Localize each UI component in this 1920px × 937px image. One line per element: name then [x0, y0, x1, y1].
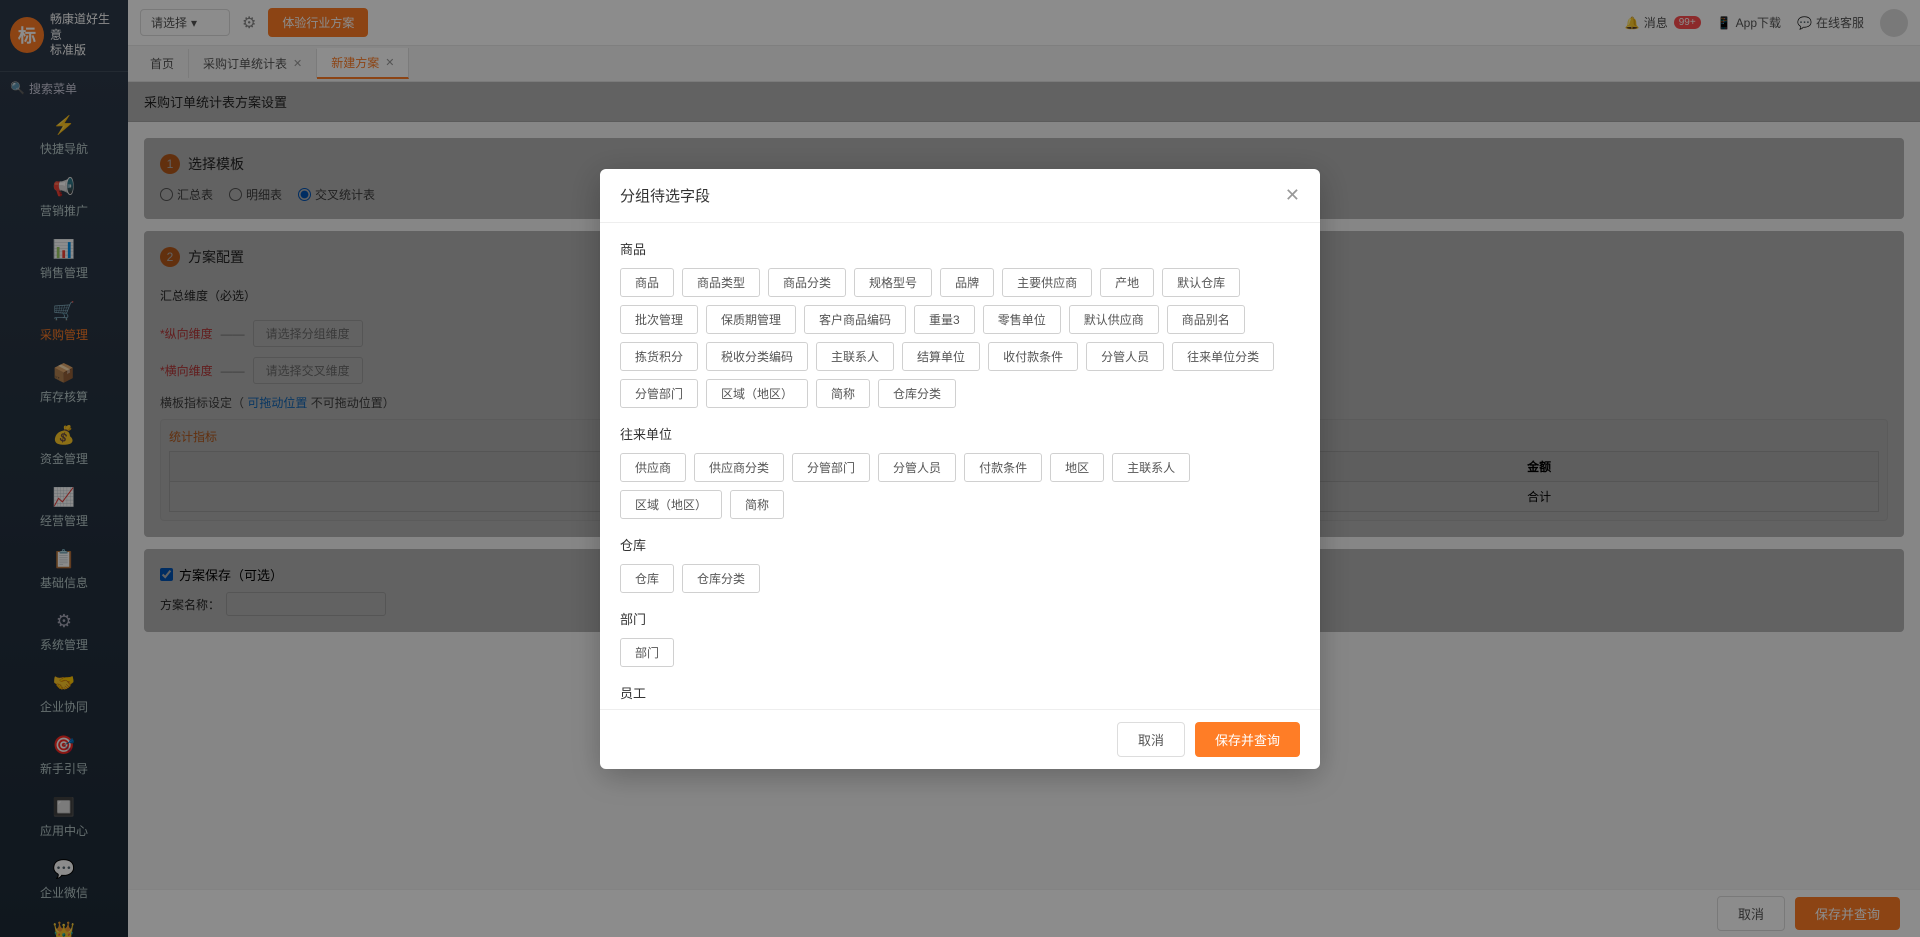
field-group-title-counterpart: 往来单位 — [620, 424, 1300, 443]
field-tag-收付款条件[interactable]: 收付款条件 — [988, 342, 1078, 371]
field-tags-goods: 商品商品类型商品分类规格型号品牌主要供应商产地默认仓库批次管理保质期管理客户商品… — [620, 268, 1300, 408]
close-icon[interactable]: ✕ — [1285, 185, 1300, 206]
modal-title: 分组待选字段 — [620, 185, 710, 206]
field-tag-批次管理[interactable]: 批次管理 — [620, 305, 698, 334]
field-tag-产地[interactable]: 产地 — [1100, 268, 1154, 297]
field-tag-地区[interactable]: 地区 — [1050, 453, 1104, 482]
field-tag-分管人员[interactable]: 分管人员 — [1086, 342, 1164, 371]
field-tag-保质期管理[interactable]: 保质期管理 — [706, 305, 796, 334]
field-tags-department: 部门 — [620, 638, 1300, 667]
field-tag-商品别名[interactable]: 商品别名 — [1167, 305, 1245, 334]
field-tag-仓库分类[interactable]: 仓库分类 — [878, 379, 956, 408]
modal-header: 分组待选字段 ✕ — [600, 169, 1320, 223]
field-tag-默认仓库[interactable]: 默认仓库 — [1162, 268, 1240, 297]
field-tag-客户商品编码[interactable]: 客户商品编码 — [804, 305, 906, 334]
field-group-title-warehouse: 仓库 — [620, 535, 1300, 554]
field-tag-拣货积分[interactable]: 拣货积分 — [620, 342, 698, 371]
field-tag-主要供应商[interactable]: 主要供应商 — [1002, 268, 1092, 297]
field-tag-区域（地区）[interactable]: 区域（地区） — [706, 379, 808, 408]
cancel-button[interactable]: 取消 — [1117, 722, 1185, 757]
field-group-department: 部门部门 — [620, 609, 1300, 667]
field-tag-付款条件[interactable]: 付款条件 — [964, 453, 1042, 482]
field-tag-重量3[interactable]: 重量3 — [914, 305, 975, 334]
field-tag-供应商[interactable]: 供应商 — [620, 453, 686, 482]
field-tag-分管部门[interactable]: 分管部门 — [792, 453, 870, 482]
field-tag-规格型号[interactable]: 规格型号 — [854, 268, 932, 297]
field-tag-默认供应商[interactable]: 默认供应商 — [1069, 305, 1159, 334]
field-tag-分管部门[interactable]: 分管部门 — [620, 379, 698, 408]
field-tag-税收分类编码[interactable]: 税收分类编码 — [706, 342, 808, 371]
field-tag-主联系人[interactable]: 主联系人 — [1112, 453, 1190, 482]
modal-body[interactable]: 商品商品商品类型商品分类规格型号品牌主要供应商产地默认仓库批次管理保质期管理客户… — [600, 223, 1320, 709]
field-group-goods: 商品商品商品类型商品分类规格型号品牌主要供应商产地默认仓库批次管理保质期管理客户… — [620, 239, 1300, 408]
field-tag-仓库[interactable]: 仓库 — [620, 564, 674, 593]
field-group-title-department: 部门 — [620, 609, 1300, 628]
field-tag-简称[interactable]: 简称 — [730, 490, 784, 519]
field-tag-品牌[interactable]: 品牌 — [940, 268, 994, 297]
field-tag-简称[interactable]: 简称 — [816, 379, 870, 408]
field-group-title-employee: 员工 — [620, 683, 1300, 702]
confirm-button[interactable]: 保存并查询 — [1195, 722, 1300, 757]
field-tag-商品[interactable]: 商品 — [620, 268, 674, 297]
field-tag-区域（地区）[interactable]: 区域（地区） — [620, 490, 722, 519]
field-tag-商品分类[interactable]: 商品分类 — [768, 268, 846, 297]
field-tag-仓库分类[interactable]: 仓库分类 — [682, 564, 760, 593]
field-tag-部门[interactable]: 部门 — [620, 638, 674, 667]
field-group-title-goods: 商品 — [620, 239, 1300, 258]
modal-overlay: 分组待选字段 ✕ 商品商品商品类型商品分类规格型号品牌主要供应商产地默认仓库批次… — [0, 0, 1920, 937]
field-select-modal: 分组待选字段 ✕ 商品商品商品类型商品分类规格型号品牌主要供应商产地默认仓库批次… — [600, 169, 1320, 769]
field-tag-零售单位[interactable]: 零售单位 — [983, 305, 1061, 334]
field-tag-往来单位分类[interactable]: 往来单位分类 — [1172, 342, 1274, 371]
field-tag-主联系人[interactable]: 主联系人 — [816, 342, 894, 371]
field-group-counterpart: 往来单位供应商供应商分类分管部门分管人员付款条件地区主联系人区域（地区） 简称 — [620, 424, 1300, 519]
field-tag-商品类型[interactable]: 商品类型 — [682, 268, 760, 297]
field-tag-分管人员[interactable]: 分管人员 — [878, 453, 956, 482]
field-tags-counterpart: 供应商供应商分类分管部门分管人员付款条件地区主联系人区域（地区） 简称 — [620, 453, 1300, 519]
field-group-warehouse: 仓库仓库仓库分类 — [620, 535, 1300, 593]
modal-footer: 取消 保存并查询 — [600, 709, 1320, 769]
field-tags-warehouse: 仓库仓库分类 — [620, 564, 1300, 593]
field-tag-结算单位[interactable]: 结算单位 — [902, 342, 980, 371]
field-tag-供应商分类[interactable]: 供应商分类 — [694, 453, 784, 482]
field-group-employee: 员工业务员 — [620, 683, 1300, 709]
